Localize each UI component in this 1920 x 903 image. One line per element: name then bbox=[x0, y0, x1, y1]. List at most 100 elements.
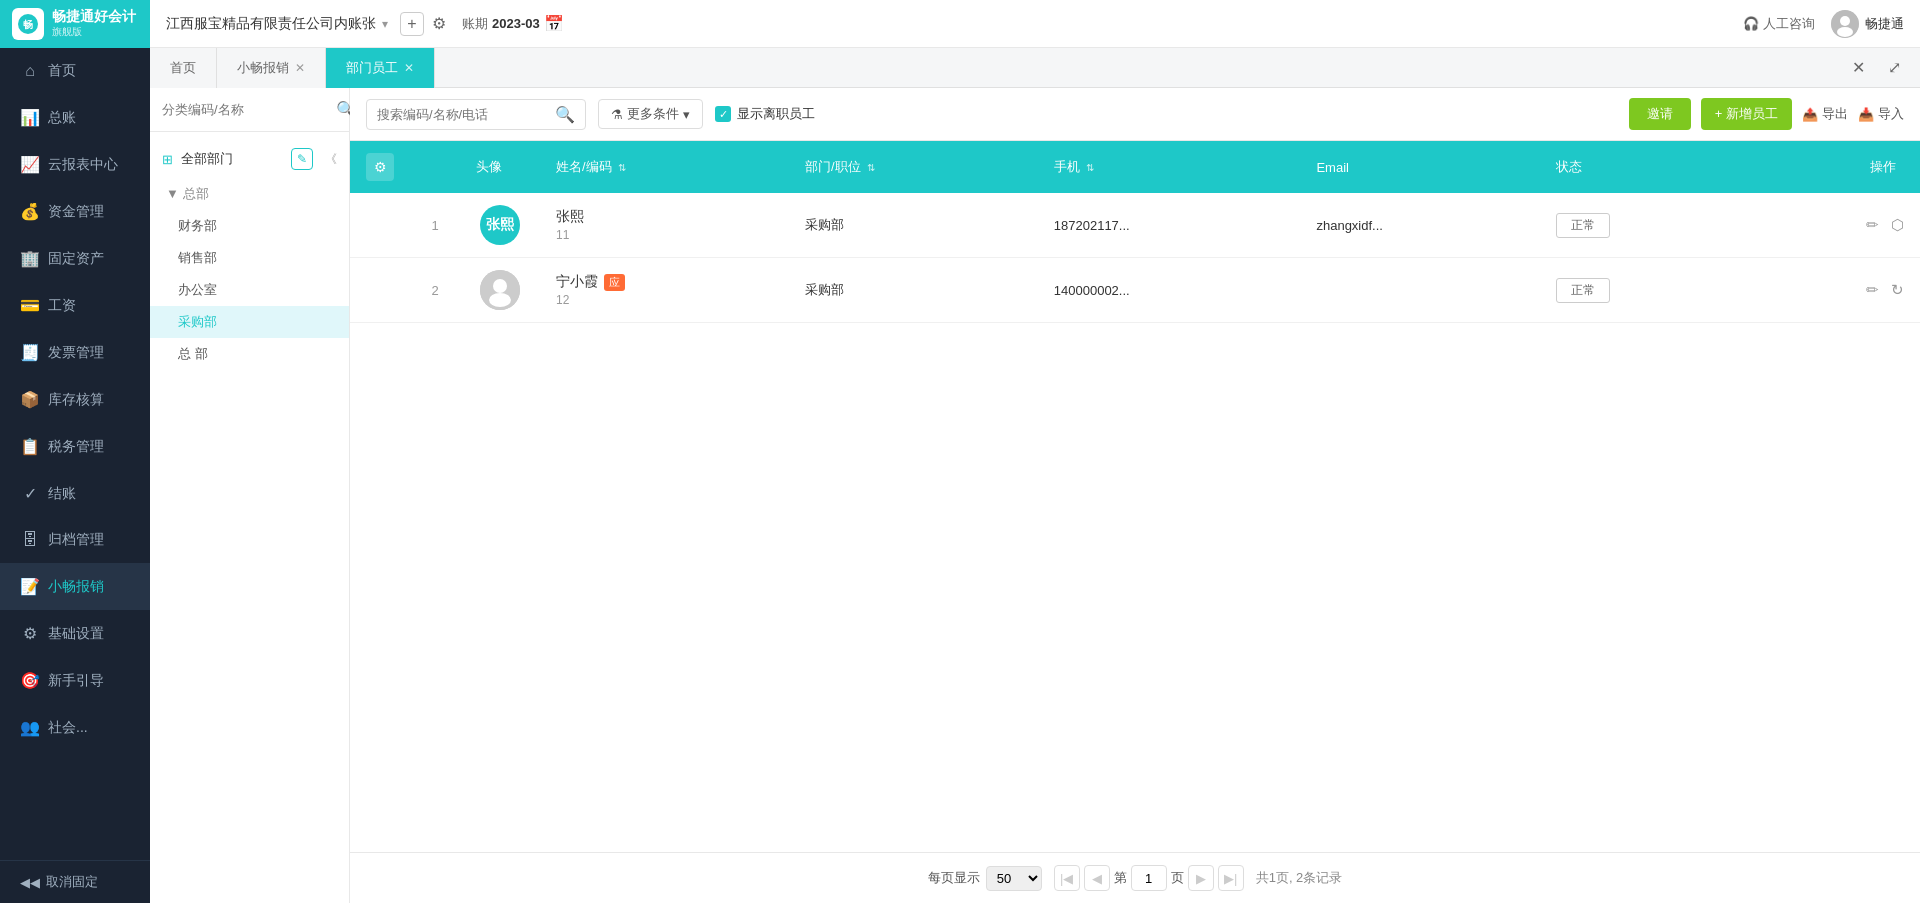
show-resigned-toggle[interactable]: ✓ 显示离职员工 bbox=[715, 105, 815, 123]
pagination-bar: 每页显示 10 20 50 100 |◀ ◀ 第 1 页 bbox=[350, 852, 1920, 903]
toolbar-search-icon[interactable]: 🔍 bbox=[555, 105, 575, 124]
tab-expense-close[interactable]: ✕ bbox=[295, 61, 305, 75]
prev-page-button[interactable]: ◀ bbox=[1084, 865, 1110, 891]
row1-email: zhangxidf... bbox=[1300, 193, 1540, 258]
sidebar-item-label: 库存核算 bbox=[48, 391, 104, 409]
row2-status-badge: 正常 bbox=[1556, 278, 1610, 303]
dept-edit-button[interactable]: ✎ bbox=[291, 148, 313, 170]
col-actions: 操作 bbox=[1750, 141, 1920, 193]
user-area[interactable]: 畅捷通 bbox=[1831, 10, 1904, 38]
col-email: Email bbox=[1300, 141, 1540, 193]
row2-name-cell: 宁小霞 应 12 bbox=[540, 258, 789, 323]
tab-expand-icon[interactable]: ⤢ bbox=[1880, 54, 1908, 82]
page-text: 第 bbox=[1114, 869, 1127, 887]
row1-name-code: 张熙 11 bbox=[556, 208, 773, 242]
logo-icon: 畅 bbox=[12, 8, 44, 40]
toolbar-right: 邀请 + 新增员工 📤 导出 📥 导入 bbox=[1629, 98, 1904, 130]
svg-point-6 bbox=[493, 279, 507, 293]
import-label: 导入 bbox=[1878, 105, 1904, 123]
top-settings-icon[interactable]: ⚙ bbox=[432, 14, 446, 33]
sidebar-item-home[interactable]: ⌂ 首页 bbox=[0, 48, 150, 94]
sidebar-item-inventory[interactable]: 📦 库存核算 bbox=[0, 376, 150, 423]
company-name[interactable]: 江西服宝精品有限责任公司内账张 ▾ bbox=[166, 15, 388, 33]
dept-search-input[interactable] bbox=[162, 102, 330, 117]
sidebar-item-label: 总账 bbox=[48, 109, 76, 127]
last-page-button[interactable]: ▶| bbox=[1218, 865, 1244, 891]
sidebar-item-tax[interactable]: 📋 税务管理 bbox=[0, 423, 150, 470]
row2-edit-icon[interactable]: ✏ bbox=[1866, 281, 1879, 299]
invite-button[interactable]: 邀请 bbox=[1629, 98, 1691, 130]
main-layout: ⌂ 首页 📊 总账 📈 云报表中心 💰 资金管理 🏢 固定资产 💳 工资 🧾 发… bbox=[0, 48, 1920, 903]
per-page-select[interactable]: 10 20 50 100 bbox=[986, 866, 1042, 891]
top-add-button[interactable]: + bbox=[400, 12, 424, 36]
sidebar-item-expense[interactable]: 📝 小畅报销 bbox=[0, 563, 150, 610]
sidebar-item-funds[interactable]: 💰 资金管理 bbox=[0, 188, 150, 235]
tab-home[interactable]: 首页 bbox=[150, 48, 217, 88]
col-phone-label: 手机 bbox=[1054, 159, 1080, 174]
row1-action-btns: ✏ ⬡ bbox=[1766, 216, 1904, 234]
dept-bangongshi[interactable]: 办公室 bbox=[150, 274, 349, 306]
sidebar-item-label: 首页 bbox=[48, 62, 76, 80]
row1-code: 11 bbox=[556, 228, 773, 242]
sidebar-item-label: 工资 bbox=[48, 297, 76, 315]
dept-caigou[interactable]: 采购部 bbox=[150, 306, 349, 338]
assets-icon: 🏢 bbox=[20, 249, 40, 268]
dept-xiaoshou[interactable]: 销售部 bbox=[150, 242, 349, 274]
sidebar-item-archive[interactable]: 🗄 归档管理 bbox=[0, 517, 150, 563]
sort-arrows-phone: ⇅ bbox=[1086, 162, 1094, 173]
employee-table: ⚙ 头像 姓名/编码 ⇅ 部门/职位 ⇅ bbox=[350, 141, 1920, 323]
sidebar-item-label: 归档管理 bbox=[48, 531, 104, 549]
row1-edit-icon[interactable]: ✏ bbox=[1866, 216, 1879, 234]
sidebar-item-staff[interactable]: 👥 社会... bbox=[0, 704, 150, 751]
col-settings-icon[interactable]: ⚙ bbox=[366, 153, 394, 181]
sidebar-item-reports[interactable]: 📈 云报表中心 bbox=[0, 141, 150, 188]
import-button[interactable]: 📥 导入 bbox=[1858, 105, 1904, 123]
per-page-control: 每页显示 10 20 50 100 bbox=[928, 866, 1042, 891]
dept-caiwu[interactable]: 财务部 bbox=[150, 210, 349, 242]
sidebar-item-invoice[interactable]: 🧾 发票管理 bbox=[0, 329, 150, 376]
sidebar-item-assets[interactable]: 🏢 固定资产 bbox=[0, 235, 150, 282]
search-input[interactable] bbox=[377, 107, 549, 122]
company-dropdown-icon[interactable]: ▾ bbox=[382, 17, 388, 31]
sidebar-item-settings[interactable]: ⚙ 基础设置 bbox=[0, 610, 150, 657]
sidebar-item-salary[interactable]: 💳 工资 bbox=[0, 282, 150, 329]
inventory-icon: 📦 bbox=[20, 390, 40, 409]
pagination-buttons: |◀ ◀ 第 1 页 ▶ ▶| bbox=[1054, 865, 1244, 891]
add-employee-button[interactable]: + 新增员工 bbox=[1701, 98, 1792, 130]
dept-collapse-icon[interactable]: 《 bbox=[325, 151, 337, 168]
row2-refresh-icon[interactable]: ↻ bbox=[1891, 281, 1904, 299]
dept-group-arrow: ▼ bbox=[166, 186, 179, 201]
filter-button[interactable]: ⚗ 更多条件 ▾ bbox=[598, 99, 703, 129]
sidebar-item-checkout[interactable]: ✓ 结账 bbox=[0, 470, 150, 517]
left-arrow-icon: ◀◀ bbox=[20, 875, 40, 890]
unpin-button[interactable]: ◀◀ 取消固定 bbox=[0, 860, 150, 903]
avatar bbox=[1831, 10, 1859, 38]
service-button[interactable]: 🎧 人工咨询 bbox=[1743, 15, 1815, 33]
period-calendar-icon[interactable]: 📅 bbox=[544, 14, 564, 33]
dept-group-label: 总部 bbox=[183, 186, 209, 201]
tab-dept-employee-close[interactable]: ✕ bbox=[404, 61, 414, 75]
tab-close-all-icon[interactable]: ✕ bbox=[1844, 54, 1872, 82]
tab-expense[interactable]: 小畅报销 ✕ bbox=[217, 48, 326, 88]
export-button[interactable]: 📤 导出 bbox=[1802, 105, 1848, 123]
next-page-button[interactable]: ▶ bbox=[1188, 865, 1214, 891]
sidebar-item-guide[interactable]: 🎯 新手引导 bbox=[0, 657, 150, 704]
tab-dept-employee[interactable]: 部门员工 ✕ bbox=[326, 48, 435, 88]
row1-logout-icon[interactable]: ⬡ bbox=[1891, 216, 1904, 234]
sidebar-item-general-ledger[interactable]: 📊 总账 bbox=[0, 94, 150, 141]
first-page-button[interactable]: |◀ bbox=[1054, 865, 1080, 891]
per-page-label: 每页显示 bbox=[928, 869, 980, 887]
period-label: 账期 bbox=[462, 15, 488, 33]
dept-zongbu-group[interactable]: ▼ 总部 bbox=[150, 178, 349, 210]
dept-zongbu2[interactable]: 总 部 bbox=[150, 338, 349, 370]
col-phone[interactable]: 手机 ⇅ bbox=[1038, 141, 1301, 193]
invoice-icon: 🧾 bbox=[20, 343, 40, 362]
col-name-code[interactable]: 姓名/编码 ⇅ bbox=[540, 141, 789, 193]
dept-list: ▼ 总部 财务部 销售部 办公室 采购部 总 部 bbox=[150, 178, 349, 370]
page-input[interactable]: 1 bbox=[1131, 865, 1167, 891]
row1-actions-cell: ✏ ⬡ bbox=[1750, 193, 1920, 258]
col-dept-position[interactable]: 部门/职位 ⇅ bbox=[789, 141, 1038, 193]
show-resigned-checkbox[interactable]: ✓ bbox=[715, 106, 731, 122]
dept-all-header[interactable]: ⊞ 全部部门 ✎ 《 bbox=[150, 140, 349, 178]
sidebar-item-label: 税务管理 bbox=[48, 438, 104, 456]
